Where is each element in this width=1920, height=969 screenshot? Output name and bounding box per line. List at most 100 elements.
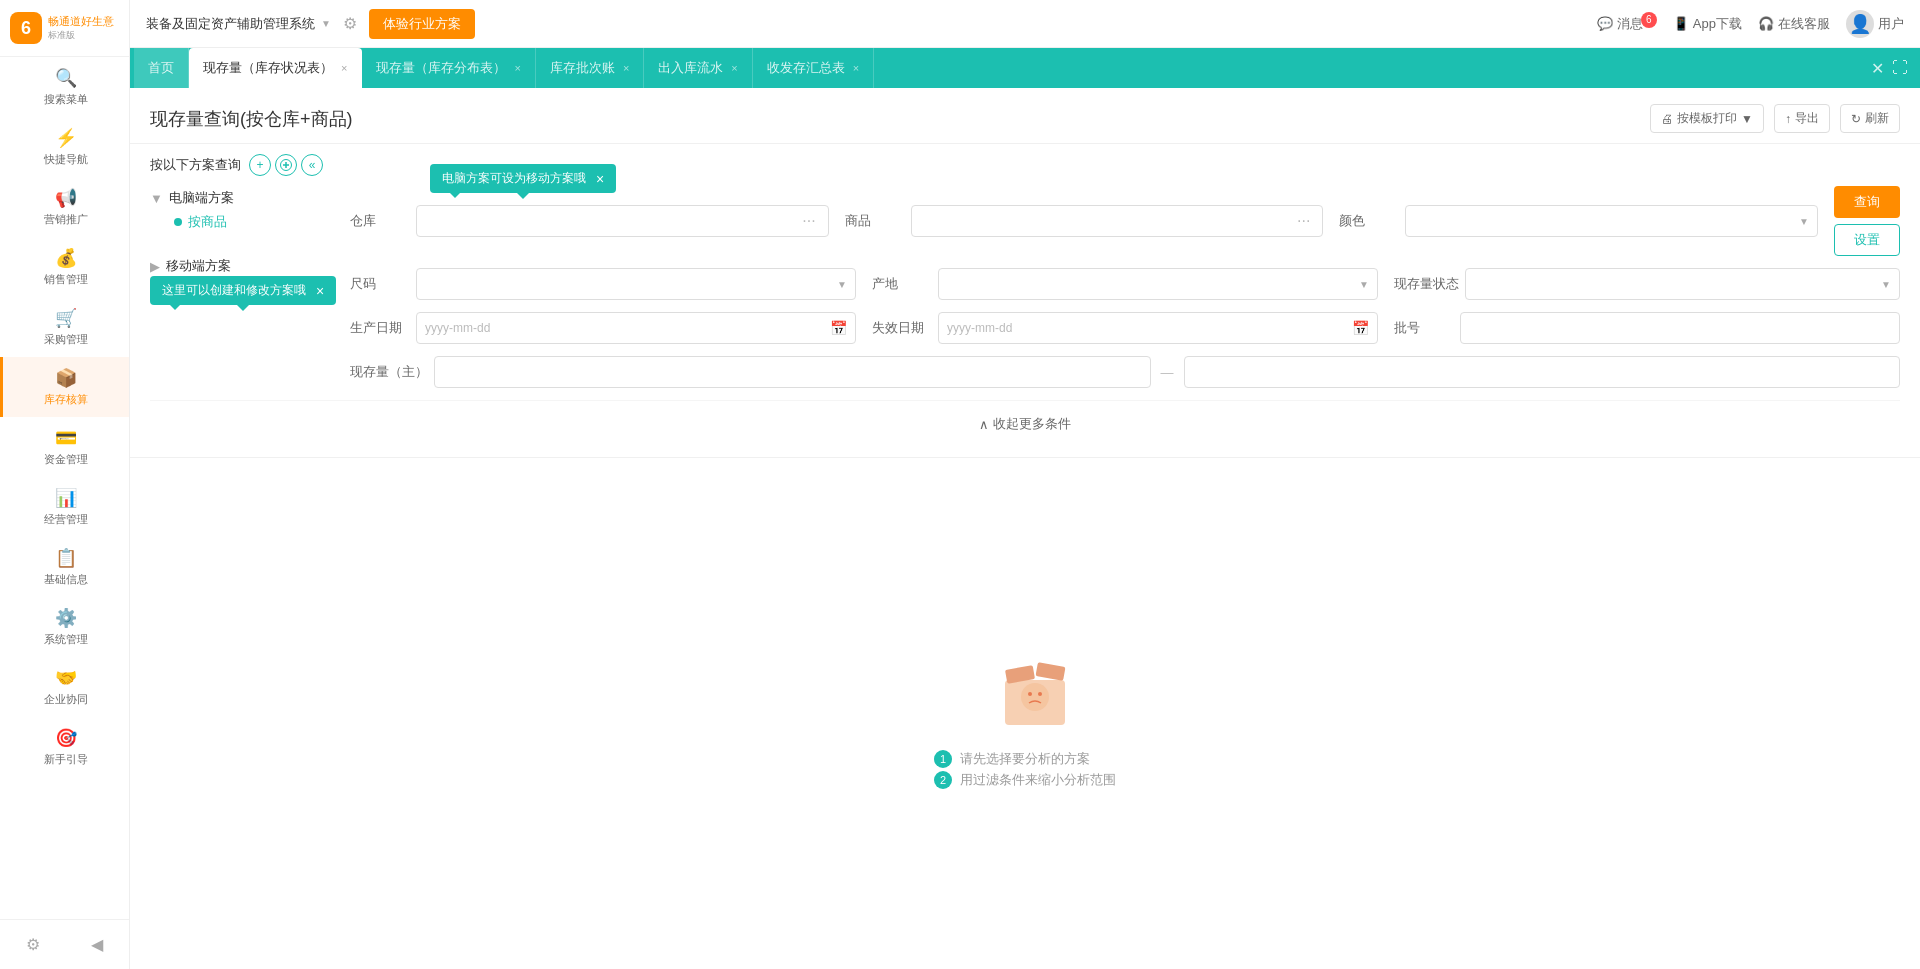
sidebar-item-operation[interactable]: 📊 经营管理 [0,477,129,537]
marketing-nav-icon: 📢 [55,187,77,209]
scheme-pc-arrow: ▼ [150,191,163,206]
color-select[interactable]: ▼ [1405,205,1818,237]
sidebar-bottom: ⚙ ◀ [0,919,129,969]
collapse-row: ∧ 收起更多条件 [150,400,1900,447]
sidebar-item-inventory[interactable]: 📦 库存核算 [0,357,129,417]
scheme-tree-area: ▼ 电脑端方案 按商品 这里可以创建和修改方案哦 × [150,186,1900,400]
tab-inventory-dist[interactable]: 现存量（库存分布表） × [362,48,535,88]
support-btn[interactable]: 🎧 在线客服 [1758,15,1830,33]
origin-label: 产地 [872,275,932,293]
sidebar-settings-icon[interactable]: ⚙ [21,930,45,959]
goods-select[interactable]: ··· [911,205,1324,237]
header-right: 💬 消息 6 📱 App下载 🎧 在线客服 👤 用户 [1597,10,1904,38]
size-label: 尺码 [350,275,410,293]
tab-receive-send-close[interactable]: × [853,62,859,74]
tab-inout-flow[interactable]: 出入库流水 × [644,48,752,88]
inventory-status-select[interactable]: ▼ [1465,268,1900,300]
export-btn[interactable]: ↑ 导出 [1774,104,1830,133]
collapse-btn-label: 收起更多条件 [993,415,1071,433]
tab-batch-accounts-close[interactable]: × [623,62,629,74]
origin-select[interactable]: ▼ [938,268,1378,300]
step1-num: 1 [934,750,952,768]
filter-edit-btn[interactable] [275,154,297,176]
sidebar-label-marketing: 营销推广 [44,212,88,227]
tab-expand-icon[interactable]: ⛶ [1892,59,1908,77]
page-header: 现存量查询(按仓库+商品) 🖨 按模板打印 ▼ ↑ 导出 ↻ 刷新 [130,88,1920,144]
sidebar-item-basic[interactable]: 📋 基础信息 [0,537,129,597]
empty-texts: 1 请先选择要分析的方案 2 用过滤条件来缩小分析范围 [934,747,1116,792]
refresh-label: 刷新 [1865,110,1889,127]
operation-nav-icon: 📊 [55,487,77,509]
form-row-1: 仓库 ··· 商品 ··· [350,186,1900,256]
sidebar-item-sales[interactable]: 💰 销售管理 [0,237,129,297]
tab-receive-send[interactable]: 收发存汇总表 × [753,48,874,88]
sidebar-item-guide[interactable]: ⚡ 快捷导航 [0,117,129,177]
avatar: 👤 [1846,10,1874,38]
inventory-status-arrow-icon: ▼ [1881,279,1891,290]
filter-prev-btn[interactable]: « [301,154,323,176]
origin-arrow-icon: ▼ [1359,279,1369,290]
tab-inventory-status[interactable]: 现存量（库存状况表） × [189,48,362,88]
tab-receive-send-label: 收发存汇总表 [767,59,845,77]
color-group: 颜色 ▼ [1339,205,1818,237]
sidebar-item-system[interactable]: ⚙️ 系统管理 [0,597,129,657]
sidebar-item-corp[interactable]: 🤝 企业协同 [0,657,129,717]
tab-home[interactable]: 首页 [134,48,189,88]
tab-inout-flow-close[interactable]: × [731,62,737,74]
notification-badge: 6 [1641,12,1657,28]
settings-btn[interactable]: 设置 [1834,224,1900,256]
message-btn[interactable]: 💬 消息 6 [1597,15,1657,33]
filter-area: 按以下方案查询 + « 电脑方案可设为移动方案哦 × [130,144,1920,458]
tooltip1-close[interactable]: × [596,171,604,187]
scheme-pc-item[interactable]: ▼ 电脑端方案 [150,186,330,210]
collapse-btn[interactable]: ∧ 收起更多条件 [979,409,1071,439]
finance-nav-icon: 💳 [55,427,77,449]
message-label: 消息 [1617,15,1643,33]
warehouse-select[interactable]: ··· [416,205,829,237]
expiry-date-calendar-icon[interactable]: 📅 [1352,320,1369,336]
sidebar-item-finance[interactable]: 💳 资金管理 [0,417,129,477]
user-btn[interactable]: 👤 用户 [1846,10,1904,38]
sidebar-item-newbie[interactable]: 🎯 新手引导 [0,717,129,777]
refresh-btn[interactable]: ↻ 刷新 [1840,104,1900,133]
experience-btn[interactable]: 体验行业方案 [369,9,475,39]
inventory-main-min[interactable] [434,356,1151,388]
inventory-main-label: 现存量（主） [350,363,428,381]
header-gear-icon[interactable]: ⚙ [343,14,357,33]
expiry-date-input[interactable]: yyyy-mm-dd 📅 [938,312,1378,344]
tab-inventory-dist-close[interactable]: × [514,62,520,74]
color-label: 颜色 [1339,212,1399,230]
color-arrow-icon: ▼ [1799,216,1809,227]
sidebar-item-marketing[interactable]: 📢 营销推广 [0,177,129,237]
scheme-mobile-item[interactable]: ▶ 移动端方案 [150,254,330,278]
scheme-dot [174,218,182,226]
template-print-btn[interactable]: 🖨 按模板打印 ▼ [1650,104,1764,133]
production-date-input[interactable]: yyyy-mm-dd 📅 [416,312,856,344]
batch-no-input[interactable] [1460,312,1900,344]
query-form: 仓库 ··· 商品 ··· [350,186,1900,400]
filter-add-btn[interactable]: + [249,154,271,176]
svg-point-6 [1021,683,1049,711]
scheme-tree: ▼ 电脑端方案 按商品 这里可以创建和修改方案哦 × [150,186,330,400]
inventory-main-max[interactable] [1184,356,1901,388]
sidebar-item-search[interactable]: 🔍 搜索菜单 [0,57,129,117]
production-date-calendar-icon[interactable]: 📅 [830,320,847,336]
warehouse-dots-icon[interactable]: ··· [798,212,819,230]
step2-num: 2 [934,771,952,789]
system-name-arrow: ▼ [321,18,331,29]
query-btn[interactable]: 查询 [1834,186,1900,218]
page-content: 现存量查询(按仓库+商品) 🖨 按模板打印 ▼ ↑ 导出 ↻ 刷新 [130,88,1920,969]
sidebar-item-purchase[interactable]: 🛒 采购管理 [0,297,129,357]
scheme-pc-child-goods[interactable]: 按商品 [174,210,330,234]
sidebar-collapse-icon[interactable]: ◀ [86,930,108,959]
tooltip2-close[interactable]: × [316,283,324,299]
size-select[interactable]: ▼ [416,268,856,300]
tab-batch-accounts[interactable]: 库存批次账 × [536,48,644,88]
template-print-label: 按模板打印 [1677,110,1737,127]
inventory-main-group: 现存量（主） — [350,356,1900,388]
tab-close-all-icon[interactable]: ✕ [1871,59,1884,78]
tab-inventory-status-close[interactable]: × [341,62,347,74]
app-download-btn[interactable]: 📱 App下载 [1673,15,1742,33]
goods-dots-icon[interactable]: ··· [1293,212,1314,230]
expiry-date-placeholder: yyyy-mm-dd [947,321,1012,335]
